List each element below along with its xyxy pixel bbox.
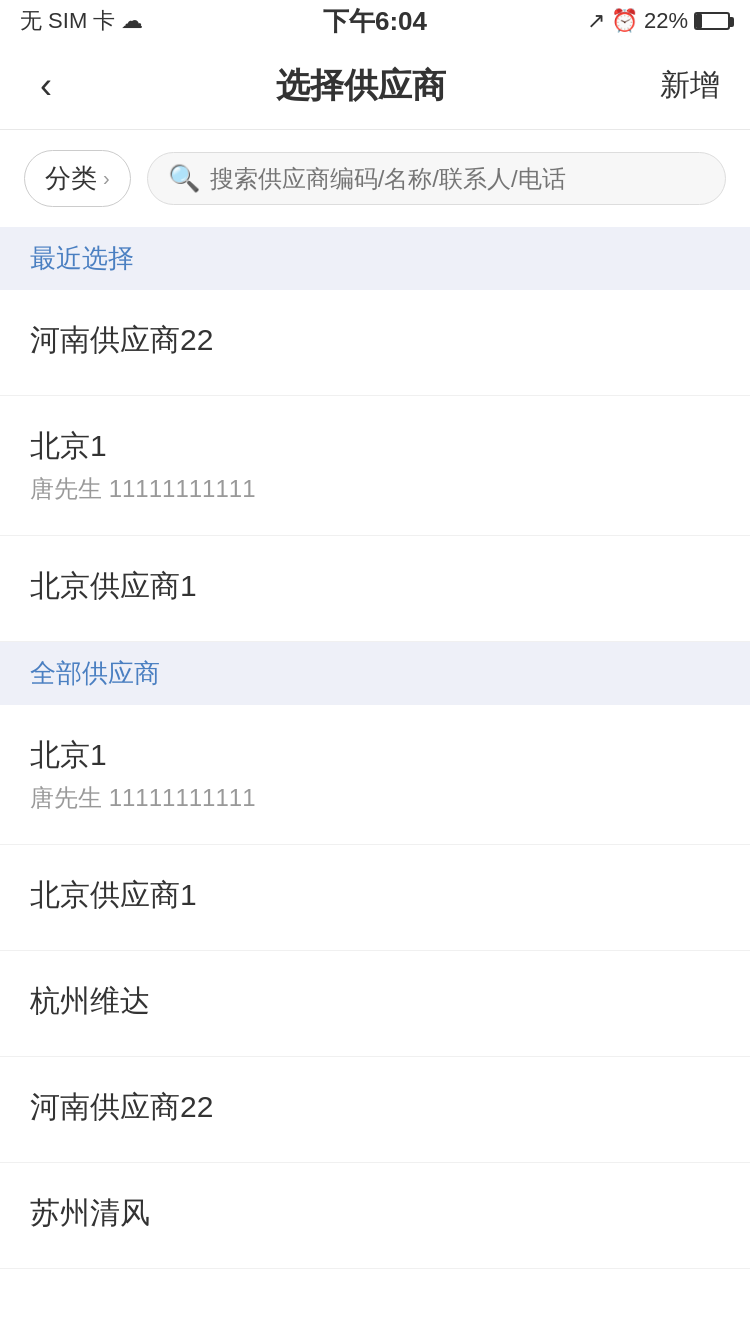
item-sub: 唐先生 11111111111: [30, 782, 720, 814]
item-name: 苏州清风: [30, 1193, 720, 1234]
item-name: 北京供应商1: [30, 875, 720, 916]
recent-list: 河南供应商22 北京1 唐先生 11111111111 北京供应商1: [0, 290, 750, 642]
item-name: 河南供应商22: [30, 1087, 720, 1128]
list-item[interactable]: 北京供应商1: [0, 536, 750, 642]
search-input[interactable]: [210, 165, 705, 193]
battery-icon: [694, 12, 730, 30]
filter-bar: 分类 › 🔍: [0, 130, 750, 227]
category-label: 分类: [45, 161, 97, 196]
item-name: 北京1: [30, 735, 720, 776]
search-icon: 🔍: [168, 163, 200, 194]
list-item[interactable]: 北京供应商1: [0, 845, 750, 951]
item-name: 北京供应商1: [30, 566, 720, 607]
battery-label: 22%: [644, 8, 688, 34]
status-time: 下午6:04: [323, 4, 427, 39]
nav-bar: ‹ 选择供应商 新增: [0, 42, 750, 130]
status-right: ↗ ⏰ 22%: [587, 8, 730, 34]
item-name: 北京1: [30, 426, 720, 467]
status-bar: 无 SIM 卡 ☁ 下午6:04 ↗ ⏰ 22%: [0, 0, 750, 42]
item-name: 河南供应商22: [30, 320, 720, 361]
add-button[interactable]: 新增: [660, 65, 720, 106]
list-item[interactable]: 北京1 唐先生 11111111111: [0, 705, 750, 845]
item-name: 杭州维达: [30, 981, 720, 1022]
recent-section-header: 最近选择: [0, 227, 750, 290]
back-button[interactable]: ‹: [30, 55, 62, 117]
item-sub: 唐先生 11111111111: [30, 473, 720, 505]
alarm-icon: ⏰: [611, 8, 638, 34]
location-icon: ↗: [587, 8, 605, 34]
search-box[interactable]: 🔍: [147, 152, 726, 205]
list-item[interactable]: 河南供应商22: [0, 1057, 750, 1163]
list-item[interactable]: 苏州清风: [0, 1163, 750, 1269]
category-button[interactable]: 分类 ›: [24, 150, 131, 207]
list-item[interactable]: 杭州维达: [0, 951, 750, 1057]
no-sim-label: 无 SIM 卡 ☁: [20, 6, 143, 36]
all-list: 北京1 唐先生 11111111111 北京供应商1 杭州维达河南供应商22 苏州清风: [0, 705, 750, 1269]
list-item[interactable]: 河南供应商22: [0, 290, 750, 396]
status-left: 无 SIM 卡 ☁: [20, 6, 143, 36]
all-section-header: 全部供应商: [0, 642, 750, 705]
chevron-right-icon: ›: [103, 167, 110, 190]
page-title: 选择供应商: [276, 63, 446, 109]
list-item[interactable]: 北京1 唐先生 11111111111: [0, 396, 750, 536]
